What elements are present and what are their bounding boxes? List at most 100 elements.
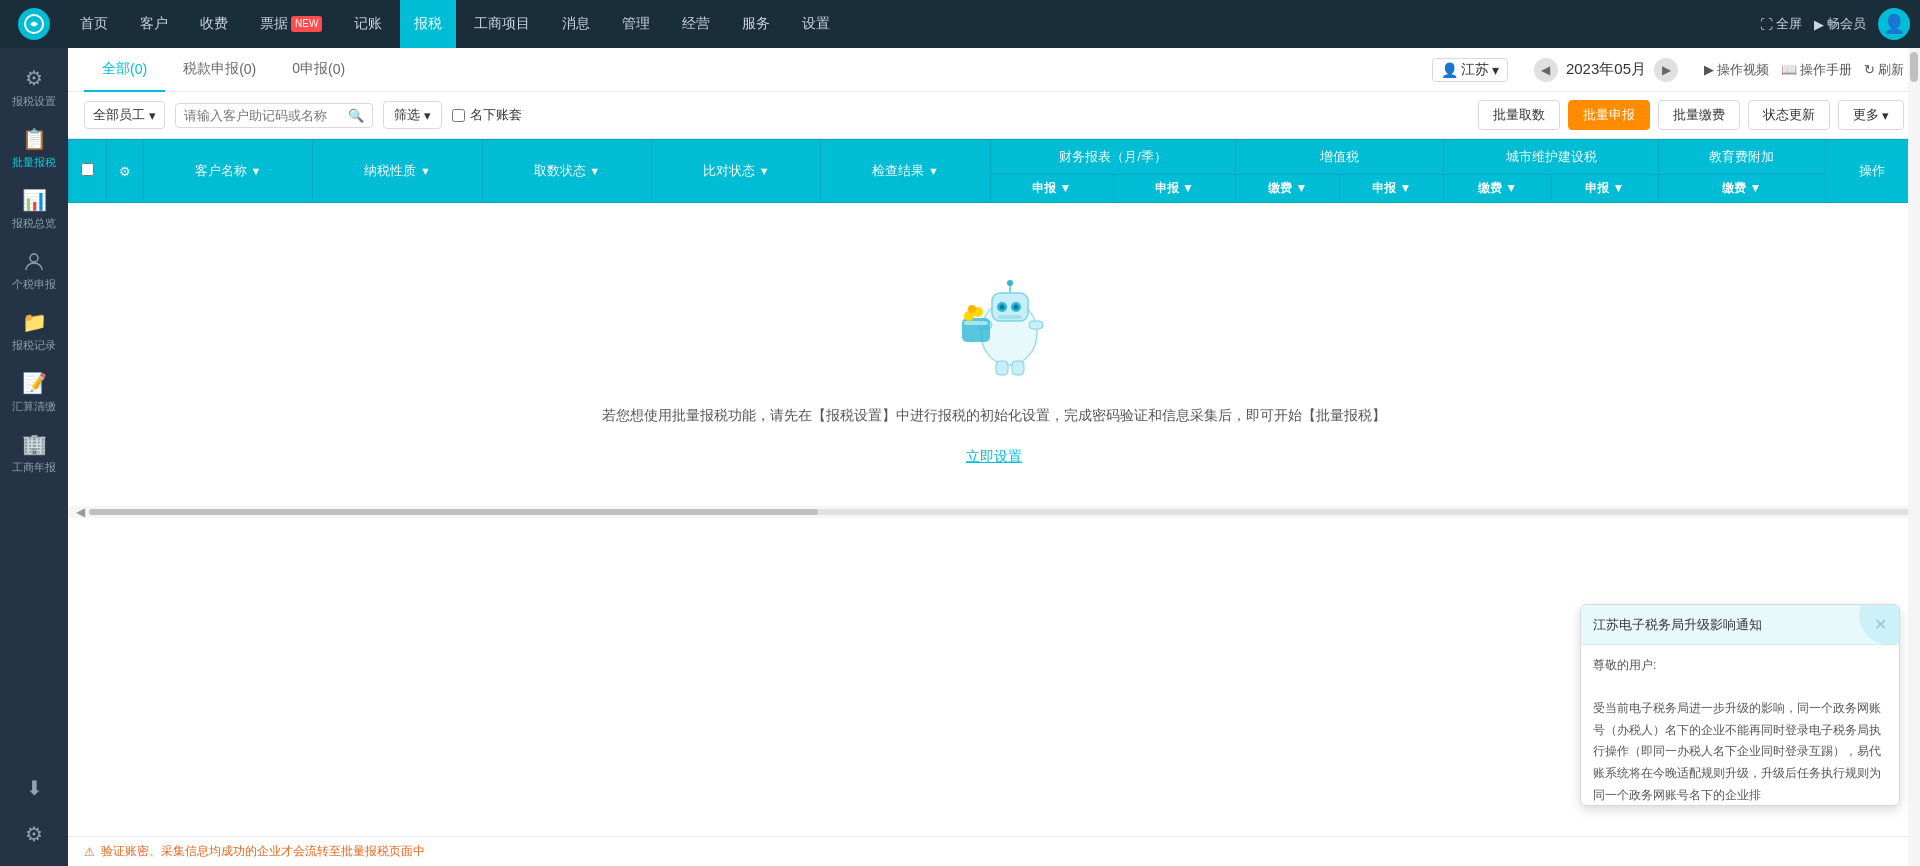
notification-body: 尊敬的用户: 受当前电子税务局进一步升级的影响，同一个政务网账号（办税人）名下的… — [1581, 645, 1899, 805]
sidebar-user-settings[interactable]: ⚙ — [0, 812, 68, 854]
notification-panel: 江苏电子税务局升级影响通知 ✕ 尊敬的用户: 受当前电子税务局进一步升级的影响，… — [1580, 604, 1900, 806]
sidebar-item-settlement[interactable]: 📝 汇算清缴 — [0, 361, 68, 422]
right-scrollbar[interactable] — [1908, 48, 1920, 866]
nav-business[interactable]: 工商项目 — [460, 0, 544, 48]
sidebar-item-tax-overview[interactable]: 📊 报税总览 — [0, 178, 68, 239]
month-display: 2023年05月 — [1566, 60, 1646, 79]
user-avatar[interactable]: 👤 — [1878, 8, 1910, 40]
svg-rect-18 — [996, 361, 1008, 375]
filter-button[interactable]: 筛选 ▾ — [383, 101, 442, 129]
nav-messages[interactable]: 消息 — [548, 0, 604, 48]
th-checkbox-col — [69, 140, 107, 203]
sidebar-item-tax-record[interactable]: 📁 报税记录 — [0, 300, 68, 361]
batch-tax-icon: 📋 — [22, 127, 46, 151]
search-input[interactable] — [184, 108, 344, 123]
nav-service[interactable]: 服务 — [728, 0, 784, 48]
batch-declare-btn[interactable]: 批量申报 — [1568, 100, 1650, 130]
nav-operation[interactable]: 经营 — [668, 0, 724, 48]
account-checkbox[interactable] — [452, 109, 465, 122]
more-chevron-icon: ▾ — [1882, 108, 1889, 123]
tab-all[interactable]: 全部(0) — [84, 48, 165, 92]
sidebar-download[interactable]: ⬇ — [0, 766, 68, 808]
tabs-right-actions: ▶ 操作视频 📖 操作手册 ↻ 刷新 — [1704, 61, 1904, 79]
nav-manage[interactable]: 管理 — [608, 0, 664, 48]
setup-link[interactable]: 立即设置 — [966, 448, 1022, 466]
account-checkbox-label[interactable]: 名下账套 — [452, 106, 522, 124]
sidebar: ⚙ 报税设置 📋 批量报税 📊 报税总览 个税申报 📁 报税记录 📝 — [0, 48, 68, 866]
tab-tax-declaration[interactable]: 税款申报(0) — [165, 48, 274, 92]
sidebar-item-tax-settings[interactable]: ⚙ 报税设置 — [0, 56, 68, 117]
nav-home[interactable]: 首页 — [66, 0, 122, 48]
region-selector[interactable]: 👤 江苏 ▾ — [1432, 58, 1508, 82]
logo-icon — [18, 8, 50, 40]
th-financial-declare: 申报 ▼ — [990, 175, 1113, 203]
personal-tax-icon — [22, 249, 46, 273]
tax-settings-icon: ⚙ — [22, 66, 46, 90]
sidebar-label-settlement: 汇算清缴 — [12, 399, 56, 414]
edu-pay-filter[interactable]: ▼ — [1750, 181, 1762, 195]
svg-point-6 — [1000, 305, 1005, 310]
sidebar-item-batch-tax[interactable]: 📋 批量报税 — [0, 117, 68, 178]
compare-status-filter-icon[interactable]: ▼ — [759, 165, 770, 177]
edu-declare-filter[interactable]: ▼ — [1613, 181, 1625, 195]
top-right-actions: ⛶ 全屏 ▶ 畅会员 👤 — [1760, 8, 1910, 40]
sidebar-item-annual-report[interactable]: 🏢 工商年报 — [0, 422, 68, 483]
nav-fees[interactable]: 收费 — [186, 0, 242, 48]
toolbar: 全部员工 ▾ 🔍 筛选 ▾ 名下账套 批量取数 批量申报 批量缴费 状态更新 — [68, 92, 1920, 139]
tax-nature-filter-icon[interactable]: ▼ — [420, 165, 431, 177]
th-vat-declare: 申报 ▼ — [1113, 175, 1236, 203]
tab-zero-declaration[interactable]: 0申报(0) — [274, 48, 363, 92]
nav-settings[interactable]: 设置 — [788, 0, 844, 48]
svg-point-1 — [30, 254, 38, 262]
th-edu-surcharge: 教育费附加 — [1659, 140, 1826, 175]
nav-invoice[interactable]: 票据 NEW — [246, 0, 336, 48]
warning-text: 验证账密、采集信息均成功的企业才会流转至批量报税页面中 — [101, 843, 425, 860]
urban-pay-filter[interactable]: ▼ — [1505, 181, 1517, 195]
refresh-btn[interactable]: ↻ 刷新 — [1864, 61, 1904, 79]
nav-accounting[interactable]: 记账 — [340, 0, 396, 48]
region-person-icon: 👤 — [1441, 62, 1458, 78]
warning-icon: ⚠ — [84, 845, 95, 859]
sidebar-item-personal-tax[interactable]: 个税申报 — [0, 239, 68, 300]
check-result-filter-icon[interactable]: ▼ — [928, 165, 939, 177]
svg-point-7 — [1014, 305, 1019, 310]
member-btn[interactable]: ▶ 畅会员 — [1814, 15, 1866, 33]
th-fetch-status: 取数状态 ▼ — [482, 140, 651, 203]
th-edu-declare: 申报 ▼ — [1551, 175, 1658, 203]
select-all-checkbox[interactable] — [81, 163, 94, 176]
vat-pay-filter[interactable]: ▼ — [1295, 181, 1307, 195]
nav-tax[interactable]: 报税 — [400, 0, 456, 48]
th-gear-col: ⚙ — [107, 140, 144, 203]
batch-pay-btn[interactable]: 批量缴费 — [1658, 100, 1740, 130]
app-logo[interactable] — [10, 0, 58, 48]
nav-client[interactable]: 客户 — [126, 0, 182, 48]
fin-declare-filter[interactable]: ▼ — [1059, 181, 1071, 195]
employee-select[interactable]: 全部员工 ▾ — [84, 101, 165, 129]
vat-declare-filter[interactable]: ▼ — [1182, 181, 1194, 195]
th-check-result: 检查结果 ▼ — [821, 140, 990, 203]
month-prev-btn[interactable]: ◀ — [1534, 58, 1558, 82]
fetch-status-filter-icon[interactable]: ▼ — [589, 165, 600, 177]
tabs-bar: 全部(0) 税款申报(0) 0申报(0) 👤 江苏 ▾ ◀ 2023年05月 ▶ — [68, 48, 1920, 92]
more-btn[interactable]: 更多 ▾ — [1838, 100, 1904, 130]
svg-point-9 — [1007, 280, 1013, 286]
sidebar-label-tax-record: 报税记录 — [12, 338, 56, 353]
right-scroll-thumb — [1910, 52, 1918, 82]
filter-label: 筛选 — [394, 106, 420, 124]
invoice-badge: NEW — [291, 16, 322, 32]
status-update-btn[interactable]: 状态更新 — [1748, 100, 1830, 130]
settlement-icon: 📝 — [22, 371, 46, 395]
operation-manual-btn[interactable]: 📖 操作手册 — [1781, 61, 1852, 79]
client-filter-icon[interactable]: ▼ — [251, 165, 262, 177]
notif-decoration — [1839, 605, 1899, 645]
search-icon[interactable]: 🔍 — [348, 108, 364, 123]
operation-video-btn[interactable]: ▶ 操作视频 — [1704, 61, 1769, 79]
svg-rect-12 — [1029, 321, 1043, 329]
batch-fetch-btn[interactable]: 批量取数 — [1478, 100, 1560, 130]
annual-report-icon: 🏢 — [22, 432, 46, 456]
month-next-btn[interactable]: ▶ — [1654, 58, 1678, 82]
horizontal-scrollbar[interactable]: ◀ — [68, 506, 1920, 518]
fullscreen-btn[interactable]: ⛶ 全屏 — [1760, 15, 1802, 33]
download-icon: ⬇ — [22, 776, 46, 800]
urban-declare-filter[interactable]: ▼ — [1400, 181, 1412, 195]
